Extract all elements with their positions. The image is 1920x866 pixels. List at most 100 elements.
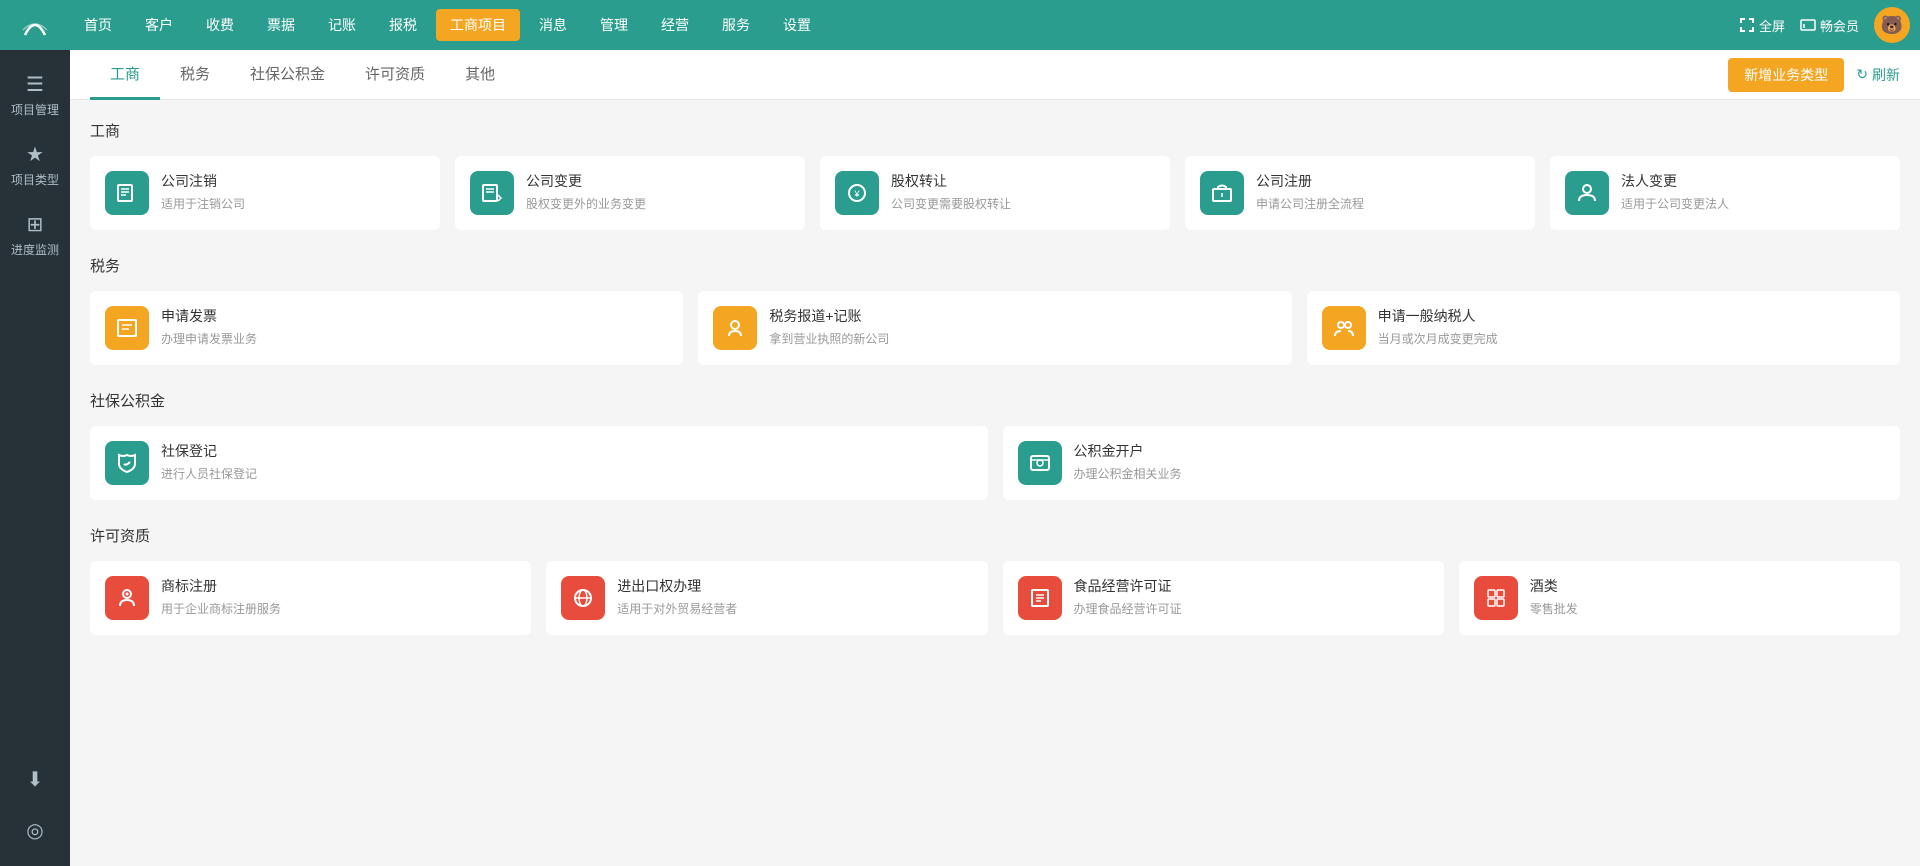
card-food-license[interactable]: 食品经营许可证 办理食品经营许可证 <box>1003 561 1444 635</box>
top-navigation: 首页 客户 收费 票据 记账 报税 工商项目 消息 管理 经营 服务 设置 全屏… <box>0 0 1920 50</box>
card-apply-invoice[interactable]: 申请发票 办理申请发票业务 <box>90 291 683 365</box>
shuiwu-section: 税务 申请发票 办理申请发票业务 <box>90 255 1900 365</box>
company-cancel-icon <box>105 171 149 215</box>
company-cancel-title: 公司注销 <box>161 171 245 191</box>
nav-tax[interactable]: 报税 <box>375 9 431 41</box>
xuke-cards: 商标注册 用于企业商标注册服务 进出口权办理 适用于对外贸易经营者 <box>90 561 1900 635</box>
nav-industrial[interactable]: 工商项目 <box>436 9 520 41</box>
nav-accounting[interactable]: 记账 <box>314 9 370 41</box>
food-license-desc: 办理食品经营许可证 <box>1074 600 1182 617</box>
legal-change-desc: 适用于公司变更法人 <box>1621 195 1729 212</box>
card-company-cancel[interactable]: 公司注销 适用于注销公司 <box>90 156 440 230</box>
tax-report-title: 税务报道+记账 <box>769 306 889 326</box>
legal-change-title: 法人变更 <box>1621 171 1729 191</box>
card-trademark[interactable]: 商标注册 用于企业商标注册服务 <box>90 561 531 635</box>
food-license-title: 食品经营许可证 <box>1074 576 1182 596</box>
import-export-title: 进出口权办理 <box>617 576 737 596</box>
tab-shuiwu[interactable]: 税务 <box>160 50 230 100</box>
shuiwu-cards: 申请发票 办理申请发票业务 税务报道+记账 拿到营业执照的新公司 <box>90 291 1900 365</box>
equity-transfer-title: 股权转让 <box>891 171 1011 191</box>
new-type-button[interactable]: 新增业务类型 <box>1728 58 1844 92</box>
card-company-change[interactable]: 公司变更 股权变更外的业务变更 <box>455 156 805 230</box>
shuiwu-title: 税务 <box>90 255 1900 276</box>
card-import-export[interactable]: 进出口权办理 适用于对外贸易经营者 <box>546 561 987 635</box>
card-equity-transfer[interactable]: ¥ 股权转让 公司变更需要股权转让 <box>820 156 1170 230</box>
company-change-title: 公司变更 <box>526 171 646 191</box>
tab-gongshang[interactable]: 工商 <box>90 50 160 100</box>
card-social-insurance[interactable]: 社保登记 进行人员社保登记 <box>90 426 988 500</box>
trademark-title: 商标注册 <box>161 576 281 596</box>
tab-actions: 新增业务类型 ↻ 刷新 <box>1728 58 1900 92</box>
card-housing-fund[interactable]: 公积金开户 办理公积金相关业务 <box>1003 426 1901 500</box>
legal-change-icon <box>1565 171 1609 215</box>
liquor-icon <box>1474 576 1518 620</box>
tab-xuke[interactable]: 许可资质 <box>345 50 445 100</box>
card-general-taxpayer[interactable]: 申请一般纳税人 当月或次月成变更完成 <box>1307 291 1900 365</box>
nav-management[interactable]: 管理 <box>586 9 642 41</box>
xuke-title: 许可资质 <box>90 525 1900 546</box>
shebao-title: 社保公积金 <box>90 390 1900 411</box>
location-icon[interactable]: ◎ <box>18 810 51 851</box>
company-register-desc: 申请公司注册全流程 <box>1256 195 1364 212</box>
general-taxpayer-title: 申请一般纳税人 <box>1378 306 1498 326</box>
card-company-register[interactable]: 公司注册 申请公司注册全流程 <box>1185 156 1535 230</box>
nav-items: 首页 客户 收费 票据 记账 报税 工商项目 消息 管理 经营 服务 设置 <box>70 9 1739 41</box>
equity-transfer-desc: 公司变更需要股权转让 <box>891 195 1011 212</box>
vip-button[interactable]: 畅会员 <box>1800 16 1859 35</box>
liquor-title: 酒类 <box>1530 576 1578 596</box>
xuke-section: 许可资质 商标注册 用于企业商标注册服务 <box>90 525 1900 635</box>
social-insurance-desc: 进行人员社保登记 <box>161 465 257 482</box>
user-avatar[interactable]: 🐻 <box>1874 7 1910 43</box>
content-area: 工商 税务 社保公积金 许可资质 其他 新增业务类型 ↻ 刷新 工商 <box>70 50 1920 866</box>
nav-right: 全屏 畅会员 🐻 <box>1739 7 1910 43</box>
project-management-icon: ☰ <box>26 72 44 97</box>
tab-other[interactable]: 其他 <box>445 50 515 100</box>
company-register-icon <box>1200 171 1244 215</box>
shebao-cards: 社保登记 进行人员社保登记 公积金开户 办理公积金相关业务 <box>90 426 1900 500</box>
nav-fees[interactable]: 收费 <box>192 9 248 41</box>
main-container: ☰ 项目管理 ★ 项目类型 ⊞ 进度监测 ⬇ ◎ 工商 税务 社保公积金 许可资… <box>0 50 1920 866</box>
social-insurance-icon <box>105 441 149 485</box>
fullscreen-button[interactable]: 全屏 <box>1739 16 1785 35</box>
general-taxpayer-icon <box>1322 306 1366 350</box>
app-logo <box>10 10 60 40</box>
nav-service[interactable]: 服务 <box>708 9 764 41</box>
equity-transfer-icon: ¥ <box>835 171 879 215</box>
gongshang-cards: 公司注销 适用于注销公司 公司变更 股权变更外的业务变更 <box>90 156 1900 230</box>
import-export-desc: 适用于对外贸易经营者 <box>617 600 737 617</box>
sidebar-item-progress-monitor[interactable]: ⊞ 进度监测 <box>0 200 70 270</box>
shebao-section: 社保公积金 社保登记 进行人员社保登记 <box>90 390 1900 500</box>
card-legal-change[interactable]: 法人变更 适用于公司变更法人 <box>1550 156 1900 230</box>
trademark-desc: 用于企业商标注册服务 <box>161 600 281 617</box>
gongshang-section: 工商 公司注销 适用于注销公司 <box>90 120 1900 230</box>
apply-invoice-icon <box>105 306 149 350</box>
liquor-desc: 零售批发 <box>1530 600 1578 617</box>
scroll-content[interactable]: 工商 公司注销 适用于注销公司 <box>70 100 1920 866</box>
project-type-icon: ★ <box>26 142 44 167</box>
card-tax-report[interactable]: 税务报道+记账 拿到营业执照的新公司 <box>698 291 1291 365</box>
sidebar-item-project-type[interactable]: ★ 项目类型 <box>0 130 70 200</box>
social-insurance-title: 社保登记 <box>161 441 257 461</box>
import-export-icon <box>561 576 605 620</box>
housing-fund-icon <box>1018 441 1062 485</box>
food-license-icon <box>1018 576 1062 620</box>
housing-fund-title: 公积金开户 <box>1074 441 1182 461</box>
refresh-icon: ↻ <box>1856 66 1868 83</box>
nav-settings[interactable]: 设置 <box>769 9 825 41</box>
refresh-button[interactable]: ↻ 刷新 <box>1856 65 1900 85</box>
sidebar-bottom: ⬇ ◎ <box>18 759 51 866</box>
nav-bills[interactable]: 票据 <box>253 9 309 41</box>
sidebar-item-project-management[interactable]: ☰ 项目管理 <box>0 60 70 130</box>
company-change-desc: 股权变更外的业务变更 <box>526 195 646 212</box>
card-liquor[interactable]: 酒类 零售批发 <box>1459 561 1900 635</box>
gongshang-title: 工商 <box>90 120 1900 141</box>
nav-customer[interactable]: 客户 <box>131 9 187 41</box>
nav-operation[interactable]: 经营 <box>647 9 703 41</box>
housing-fund-desc: 办理公积金相关业务 <box>1074 465 1182 482</box>
tab-shebao[interactable]: 社保公积金 <box>230 50 345 100</box>
nav-messages[interactable]: 消息 <box>525 9 581 41</box>
download-icon[interactable]: ⬇ <box>19 759 52 800</box>
apply-invoice-title: 申请发票 <box>161 306 257 326</box>
company-change-icon <box>470 171 514 215</box>
nav-home[interactable]: 首页 <box>70 9 126 41</box>
